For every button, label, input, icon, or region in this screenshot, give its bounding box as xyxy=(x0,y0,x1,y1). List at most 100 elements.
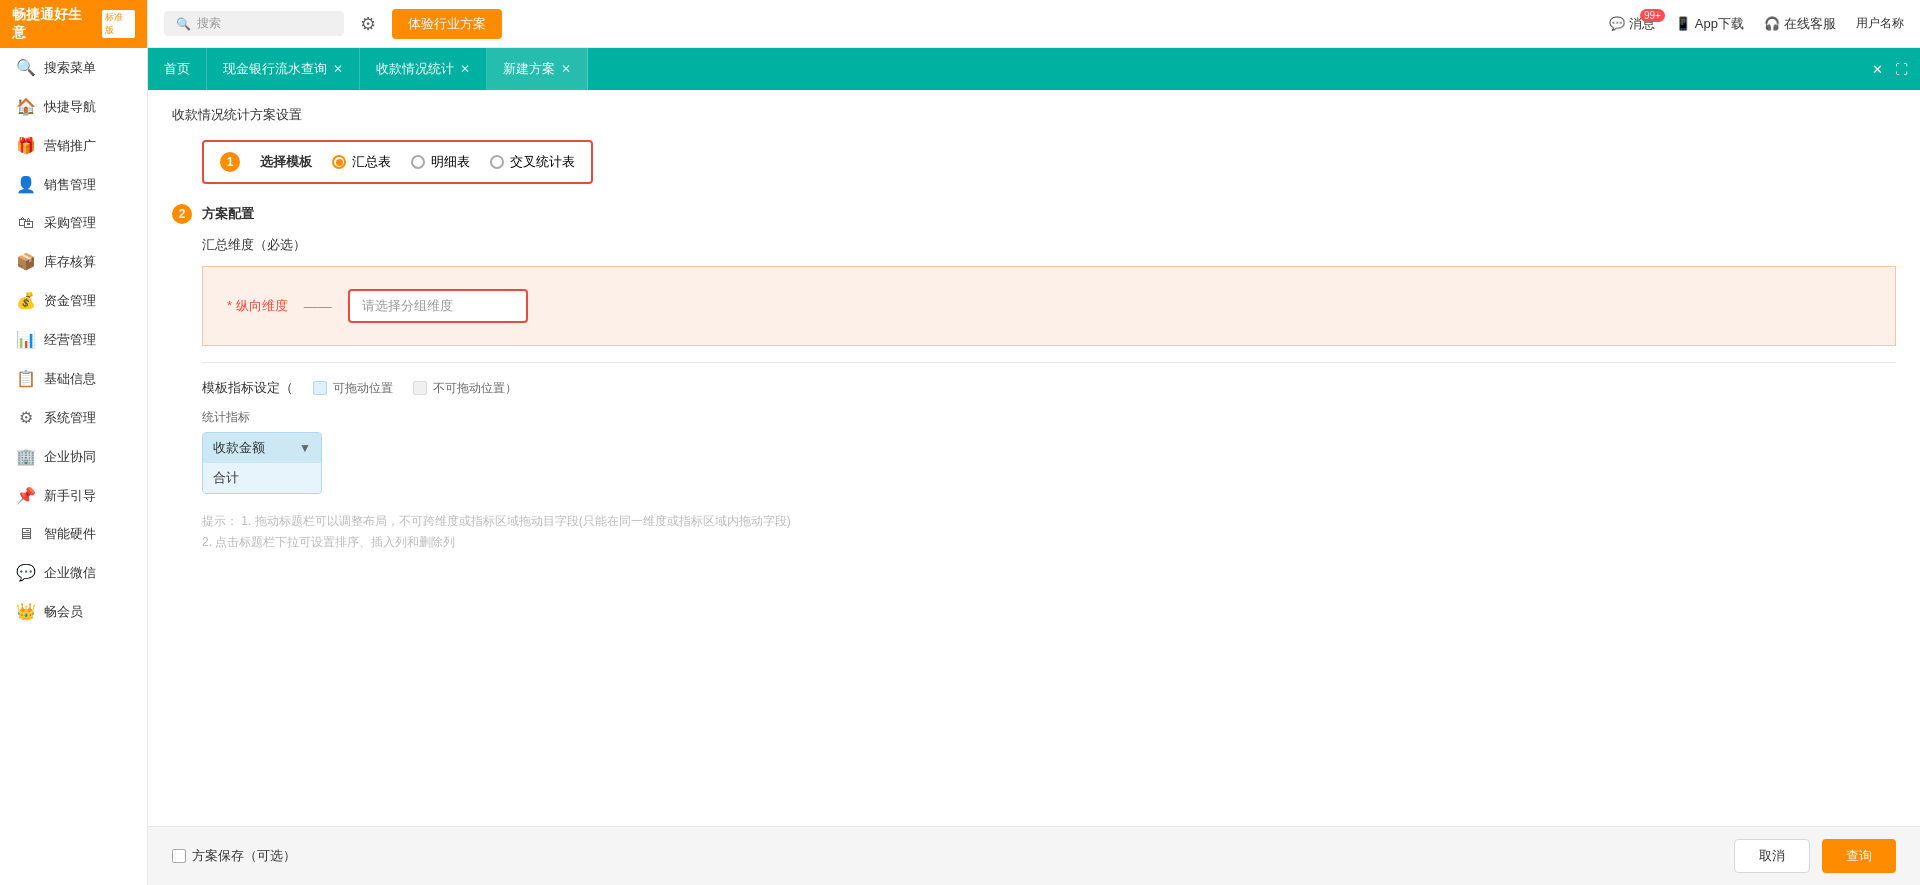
tab-new-plan[interactable]: 新建方案 ✕ xyxy=(487,48,588,90)
sidebar-item-base-info[interactable]: 📋 基础信息 xyxy=(0,359,147,398)
sidebar-label-operation: 经营管理 xyxy=(44,331,96,349)
tab-cashflow-close[interactable]: ✕ xyxy=(333,62,343,76)
download-label: App下载 xyxy=(1695,15,1744,33)
radio-detail-circle[interactable] xyxy=(411,155,425,169)
summary-dimension-section: 汇总维度（必选） * 纵向维度 —— 请选择分组维度 xyxy=(172,236,1896,346)
sidebar-item-hardware[interactable]: 🖥 智能硬件 xyxy=(0,515,147,553)
save-checkbox[interactable] xyxy=(172,849,186,863)
tab-new-plan-label: 新建方案 xyxy=(503,60,555,78)
tab-cashflow[interactable]: 现金银行流水查询 ✕ xyxy=(207,48,360,90)
footer-save-area: 方案保存（可选） xyxy=(172,847,296,865)
dimension-select[interactable]: 请选择分组维度 xyxy=(348,289,528,323)
indicators-section: 模板指标设定（ 可拖动位置 不可拖动位置） 统计指标 xyxy=(202,379,1896,497)
sidebar-label-purchase: 采购管理 xyxy=(44,214,96,232)
tab-home-label: 首页 xyxy=(164,60,190,78)
sidebar-item-purchase[interactable]: 🛍 采购管理 xyxy=(0,204,147,242)
step2-header: 2 方案配置 xyxy=(172,204,1896,224)
indicators-grid: 统计指标 收款金额 ▼ 合计 xyxy=(202,409,322,494)
radio-crosstab[interactable]: 交叉统计表 xyxy=(490,153,575,171)
sidebar-label-hardware: 智能硬件 xyxy=(44,525,96,543)
summary-dimension-title: 汇总维度（必选） xyxy=(202,236,1896,254)
finance-icon: 💰 xyxy=(16,291,36,310)
operation-icon: 📊 xyxy=(16,330,36,349)
radio-summary[interactable]: 汇总表 xyxy=(332,153,391,171)
fixed-tag: 不可拖动位置） xyxy=(413,380,517,397)
dimension-select-placeholder: 请选择分组维度 xyxy=(362,298,453,313)
sidebar-label-base-info: 基础信息 xyxy=(44,370,96,388)
template-select-area: 1 选择模板 汇总表 明细表 交叉统计表 xyxy=(202,140,593,184)
content-area: 收款情况统计方案设置 1 选择模板 汇总表 明细表 xyxy=(148,90,1920,885)
window-close-icon[interactable]: ✕ xyxy=(1872,62,1883,77)
indicators-grid-header: 统计指标 xyxy=(202,409,322,426)
sidebar-item-quick-nav[interactable]: 🏠 快捷导航 xyxy=(0,87,147,126)
sidebar-item-finance[interactable]: 💰 资金管理 xyxy=(0,281,147,320)
sidebar-item-marketing[interactable]: 🎁 营销推广 xyxy=(0,126,147,165)
message-area[interactable]: 💬 消息 99+ xyxy=(1609,15,1655,33)
sidebar-label-search-menu: 搜索菜单 xyxy=(44,59,96,77)
dimension-row-label: * 纵向维度 xyxy=(227,297,288,315)
fixed-dot xyxy=(413,381,427,395)
tab-receipts-stat-close[interactable]: ✕ xyxy=(460,62,470,76)
tab-new-plan-close[interactable]: ✕ xyxy=(561,62,571,76)
window-maximize-icon[interactable]: ⛶ xyxy=(1895,62,1908,77)
sidebar-label-system: 系统管理 xyxy=(44,409,96,427)
settings-icon[interactable]: ⚙ xyxy=(360,13,376,35)
sidebar-item-wechat[interactable]: 💬 企业微信 xyxy=(0,553,147,592)
radio-summary-circle[interactable] xyxy=(332,155,346,169)
sidebar-item-guide[interactable]: 📌 新手引导 xyxy=(0,476,147,515)
indicator-dropdown-icon[interactable]: ▼ xyxy=(299,441,311,455)
indicator-card-row-text: 合计 xyxy=(213,470,239,485)
logo-text: 畅捷通好生意 xyxy=(12,6,94,42)
tab-receipts-stat[interactable]: 收款情况统计 ✕ xyxy=(360,48,487,90)
dimension-arrow: —— xyxy=(304,298,332,314)
logo-badge: 标准版 xyxy=(102,10,135,38)
search-icon: 🔍 xyxy=(176,17,191,31)
sidebar-item-operation[interactable]: 📊 经营管理 xyxy=(0,320,147,359)
sidebar-item-member[interactable]: 👑 畅会员 xyxy=(0,592,147,631)
step2-label: 方案配置 xyxy=(202,205,254,223)
step2-num: 2 xyxy=(172,204,192,224)
sidebar-item-search-menu[interactable]: 🔍 搜索菜单 xyxy=(0,48,147,87)
sidebar-label-marketing: 营销推广 xyxy=(44,137,96,155)
indicator-card-header[interactable]: 收款金额 ▼ xyxy=(203,433,321,463)
query-button[interactable]: 查询 xyxy=(1822,839,1896,873)
sidebar-label-corp: 企业协同 xyxy=(44,448,96,466)
guide-icon: 📌 xyxy=(16,486,36,505)
step1-section: 1 选择模板 汇总表 明细表 交叉统计表 xyxy=(172,140,1896,184)
service-area[interactable]: 🎧 在线客服 xyxy=(1764,15,1836,33)
sidebar-label-finance: 资金管理 xyxy=(44,292,96,310)
wechat-icon: 💬 xyxy=(16,563,36,582)
tab-receipts-stat-label: 收款情况统计 xyxy=(376,60,454,78)
topbar: 🔍 搜索 ⚙ 体验行业方案 💬 消息 99+ 📱 App下载 🎧 在线客服 用户… xyxy=(148,0,1920,48)
sidebar: 畅捷通好生意 标准版 🔍 搜索菜单 🏠 快捷导航 🎁 营销推广 👤 销售管理 🛍… xyxy=(0,0,148,885)
inventory-icon: 📦 xyxy=(16,252,36,271)
sidebar-item-system[interactable]: ⚙ 系统管理 xyxy=(0,398,147,437)
cancel-button[interactable]: 取消 xyxy=(1734,839,1810,873)
message-icon: 💬 xyxy=(1609,16,1625,31)
indicator-card-amount: 收款金额 ▼ 合计 xyxy=(202,432,322,494)
movable-label: 可拖动位置 xyxy=(333,380,393,397)
search-menu-icon: 🔍 xyxy=(16,58,36,77)
step1-num: 1 xyxy=(220,152,240,172)
system-icon: ⚙ xyxy=(16,408,36,427)
sidebar-item-inventory[interactable]: 📦 库存核算 xyxy=(0,242,147,281)
radio-summary-label: 汇总表 xyxy=(352,153,391,171)
topbar-search-area[interactable]: 🔍 搜索 xyxy=(164,11,344,36)
indicator-card-row: 合计 xyxy=(203,463,321,493)
hint-line-1: 提示： 1. 拖动标题栏可以调整布局，不可跨维度或指标区域拖动目字段(只能在同一… xyxy=(202,513,1896,530)
step2-section: 2 方案配置 汇总维度（必选） * 纵向维度 —— 请选择分组维度 xyxy=(172,204,1896,551)
dimension-area: * 纵向维度 —— 请选择分组维度 xyxy=(202,266,1896,346)
tab-controls: ✕ ⛶ xyxy=(1860,48,1920,90)
sidebar-item-sales[interactable]: 👤 销售管理 xyxy=(0,165,147,204)
download-area[interactable]: 📱 App下载 xyxy=(1675,15,1744,33)
radio-detail[interactable]: 明细表 xyxy=(411,153,470,171)
tab-home[interactable]: 首页 xyxy=(148,48,207,90)
nav-tabs: 首页 现金银行流水查询 ✕ 收款情况统计 ✕ 新建方案 ✕ ✕ ⛶ xyxy=(148,48,1920,90)
trial-button[interactable]: 体验行业方案 xyxy=(392,9,502,39)
sidebar-item-corp[interactable]: 🏢 企业协同 xyxy=(0,437,147,476)
sidebar-logo: 畅捷通好生意 标准版 xyxy=(0,0,147,48)
base-info-icon: 📋 xyxy=(16,369,36,388)
search-placeholder-text: 搜索 xyxy=(197,15,221,32)
radio-crosstab-circle[interactable] xyxy=(490,155,504,169)
sidebar-label-inventory: 库存核算 xyxy=(44,253,96,271)
